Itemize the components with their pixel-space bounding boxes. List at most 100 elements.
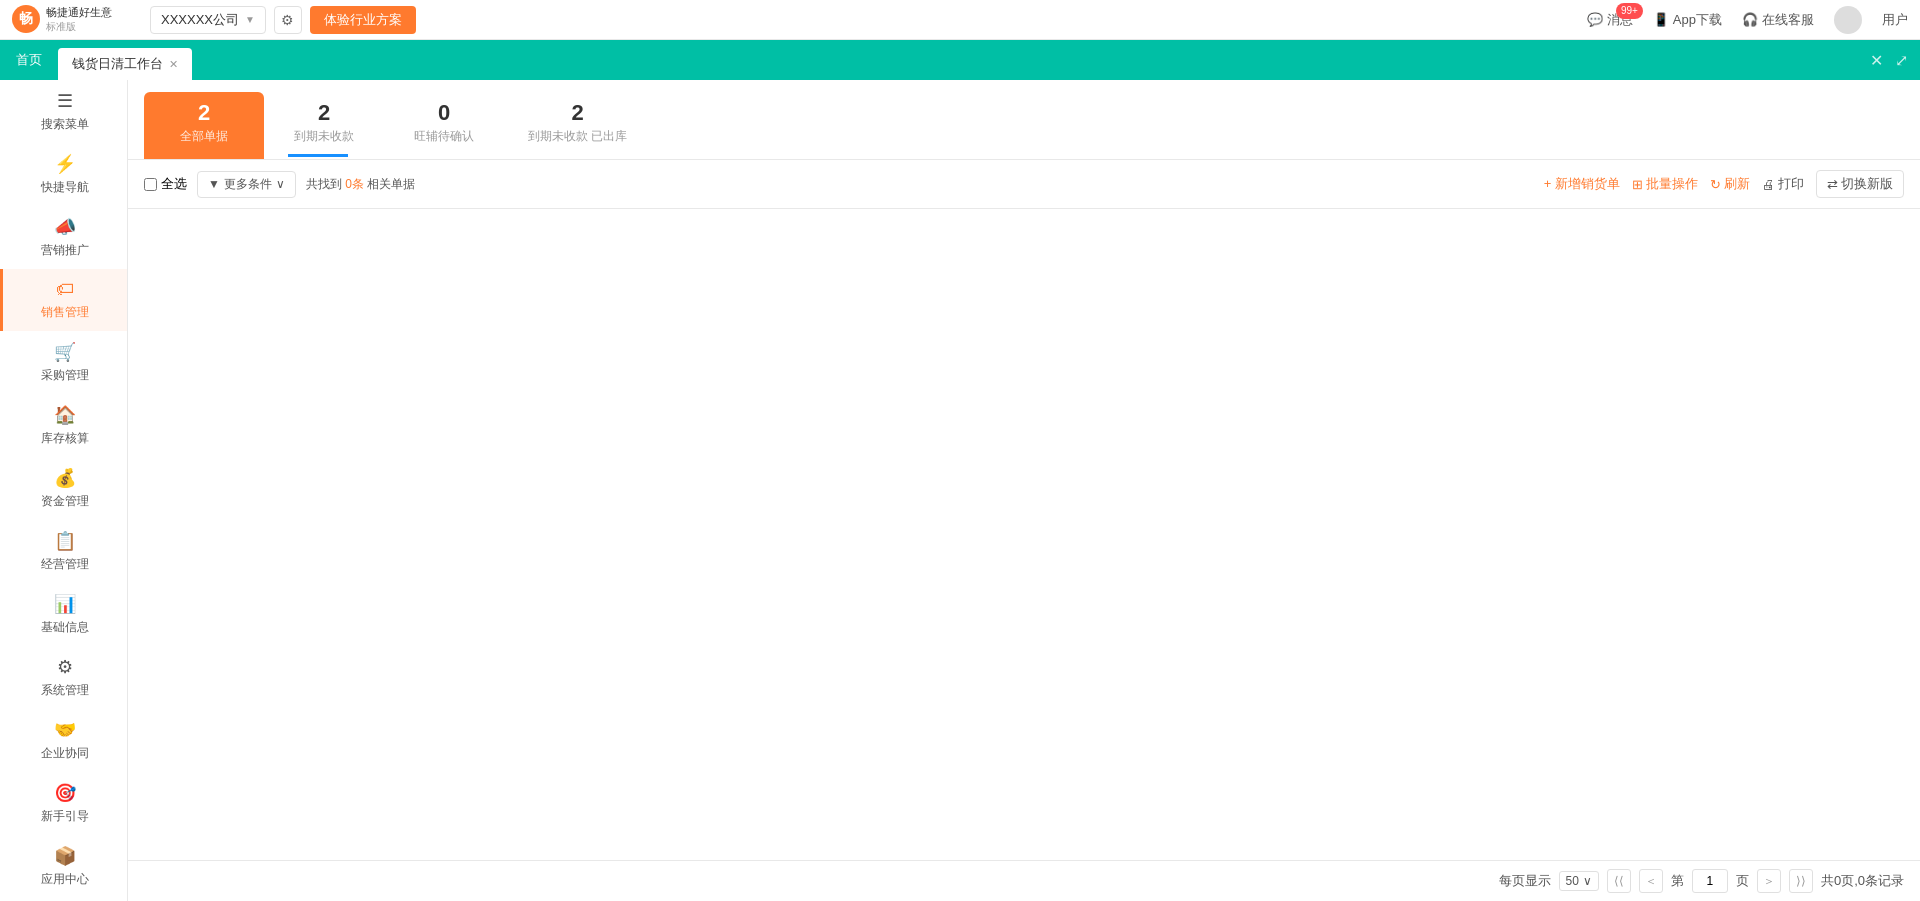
sidebar-item-basic-info[interactable]: 📊 基础信息	[0, 583, 127, 646]
app-download-btn[interactable]: 📱 App下载	[1653, 11, 1722, 29]
operation-icon: 📋	[54, 530, 76, 552]
sidebar-item-finance[interactable]: 💰 资金管理	[0, 457, 127, 520]
switch-version-btn[interactable]: ⇄ 切换新版	[1816, 170, 1904, 198]
sidebar-label-guide: 新手引导	[41, 808, 89, 825]
stat-num-shipped: 2	[528, 100, 627, 126]
total-label: 共0页,0条记录	[1821, 872, 1904, 890]
inventory-icon: 🏠	[54, 404, 76, 426]
sales-icon: 🏷	[56, 279, 74, 300]
stat-label-pending: 旺辅待确认	[408, 128, 480, 145]
add-sales-btn[interactable]: + 新增销货单	[1544, 175, 1620, 193]
online-service-btn[interactable]: 🎧 在线客服	[1742, 11, 1814, 29]
stat-tab-overdue[interactable]: 2 到期未收款	[264, 92, 384, 159]
switch-icon: ⇄	[1827, 177, 1838, 192]
app-download-label: App下载	[1673, 11, 1722, 29]
found-count: 0条	[345, 177, 364, 191]
message-badge: 99+	[1616, 3, 1643, 19]
refresh-btn[interactable]: ↻ 刷新	[1710, 175, 1750, 193]
content-area: 2 全部单据 2 到期未收款 0 旺辅待确认 2 到期未收款 已出库 全选	[128, 80, 1920, 901]
select-all-label: 全选	[161, 175, 187, 193]
sidebar-label-search-menu: 搜索菜单	[41, 116, 89, 133]
select-all-area[interactable]: 全选	[144, 175, 187, 193]
maximize-window-icon[interactable]: ⤢	[1891, 47, 1912, 74]
sidebar-item-quick-nav[interactable]: ⚡ 快捷导航	[0, 143, 127, 206]
settings-button[interactable]: ⚙	[274, 6, 302, 34]
filter-icon: ▼	[208, 177, 220, 191]
sidebar-item-inventory[interactable]: 🏠 库存核算	[0, 394, 127, 457]
stat-label-all: 全部单据	[168, 128, 240, 145]
pagination-bar: 每页显示 50 ∨ ⟨⟨ ＜ 第 页 ＞ ⟩⟩ 共0页,0条记录	[128, 860, 1920, 901]
company-name: XXXXXX公司	[161, 11, 239, 29]
sidebar-item-marketing[interactable]: 📣 营销推广	[0, 206, 127, 269]
quick-nav-icon: ⚡	[54, 153, 76, 175]
stats-row: 2 全部单据 2 到期未收款 0 旺辅待确认 2 到期未收款 已出库	[128, 80, 1920, 160]
tab-home[interactable]: 首页	[0, 40, 58, 80]
sidebar-item-guide[interactable]: 🎯 新手引导	[0, 772, 127, 835]
tab-active[interactable]: 钱货日清工作台 ✕	[58, 48, 192, 80]
per-page-label: 每页显示	[1499, 872, 1551, 890]
dropdown-arrow-icon: ▼	[245, 14, 255, 25]
refresh-label: 刷新	[1724, 175, 1750, 193]
message-btn[interactable]: 💬 消息 99+	[1587, 11, 1633, 29]
per-page-select[interactable]: 50 ∨	[1559, 871, 1599, 891]
stat-num-overdue: 2	[288, 100, 360, 126]
more-conditions-btn[interactable]: ▼ 更多条件 ∨	[197, 171, 296, 198]
sidebar-label-operation: 经营管理	[41, 556, 89, 573]
sidebar-item-operation[interactable]: 📋 经营管理	[0, 520, 127, 583]
next-page-btn[interactable]: ＞	[1757, 869, 1781, 893]
tab-active-label: 钱货日清工作台	[72, 55, 163, 73]
stat-tab-all[interactable]: 2 全部单据	[144, 92, 264, 159]
stat-tab-shipped[interactable]: 2 到期未收款 已出库	[504, 92, 651, 159]
basic-info-icon: 📊	[54, 593, 76, 615]
experience-btn[interactable]: 体验行业方案	[310, 6, 416, 34]
enterprise-icon: 🤝	[54, 719, 76, 741]
main-layout: ☰ 搜索菜单 ⚡ 快捷导航 📣 营销推广 🏷 销售管理 🛒 采购管理 🏠 库存核…	[0, 80, 1920, 901]
sidebar-item-purchase[interactable]: 🛒 采购管理	[0, 331, 127, 394]
sidebar-label-finance: 资金管理	[41, 493, 89, 510]
sidebar-item-system[interactable]: ⚙ 系统管理	[0, 646, 127, 709]
purchase-icon: 🛒	[54, 341, 76, 363]
finance-icon: 💰	[54, 467, 76, 489]
close-window-icon[interactable]: ✕	[1866, 47, 1887, 74]
avatar[interactable]	[1834, 6, 1862, 34]
toolbar: 全选 ▼ 更多条件 ∨ 共找到 0条 相关单据 + 新增销货单 ⊞ 批量操作 ↻	[128, 160, 1920, 209]
guide-icon: 🎯	[54, 782, 76, 804]
sidebar-item-app-center[interactable]: 📦 应用中心	[0, 835, 127, 898]
stat-tab-pending[interactable]: 0 旺辅待确认	[384, 92, 504, 159]
user-name: 用户	[1882, 11, 1908, 29]
refresh-icon: ↻	[1710, 177, 1721, 192]
sidebar-label-app-center: 应用中心	[41, 871, 89, 888]
sidebar-item-sales[interactable]: 🏷 销售管理	[0, 269, 127, 331]
download-icon: 📱	[1653, 12, 1669, 27]
batch-op-btn[interactable]: ⊞ 批量操作	[1632, 175, 1698, 193]
switch-version-label: 切换新版	[1841, 175, 1893, 193]
sidebar-item-search-menu[interactable]: ☰ 搜索菜单	[0, 80, 127, 143]
sidebar-label-basic-info: 基础信息	[41, 619, 89, 636]
batch-icon: ⊞	[1632, 177, 1643, 192]
marketing-icon: 📣	[54, 216, 76, 238]
page-label: 第	[1671, 872, 1684, 890]
logo-area: 畅 畅捷通好生意 标准版	[12, 5, 140, 33]
stat-num-pending: 0	[408, 100, 480, 126]
tab-bar-right: ✕ ⤢	[1866, 47, 1920, 74]
sidebar-label-sales: 销售管理	[41, 304, 89, 321]
close-tab-icon[interactable]: ✕	[169, 58, 178, 71]
more-conditions-label: 更多条件	[224, 176, 272, 193]
print-btn[interactable]: 🖨 打印	[1762, 175, 1804, 193]
prev-page-btn[interactable]: ＜	[1639, 869, 1663, 893]
sidebar-label-marketing: 营销推广	[41, 242, 89, 259]
per-page-arrow-icon: ∨	[1583, 874, 1592, 888]
first-page-btn[interactable]: ⟨⟨	[1607, 869, 1631, 893]
page-input[interactable]	[1692, 869, 1728, 893]
company-selector[interactable]: XXXXXX公司 ▼	[150, 6, 266, 34]
sidebar-label-system: 系统管理	[41, 682, 89, 699]
sidebar-item-enterprise[interactable]: 🤝 企业协同	[0, 709, 127, 772]
sidebar-label-purchase: 采购管理	[41, 367, 89, 384]
batch-op-label: 批量操作	[1646, 175, 1698, 193]
sidebar-label-quick-nav: 快捷导航	[41, 179, 89, 196]
last-page-btn[interactable]: ⟩⟩	[1789, 869, 1813, 893]
app-center-icon: 📦	[54, 845, 76, 867]
logo-icon: 畅	[12, 5, 40, 33]
select-all-checkbox[interactable]	[144, 178, 157, 191]
top-right-area: 💬 消息 99+ 📱 App下载 🎧 在线客服 用户	[1587, 6, 1908, 34]
